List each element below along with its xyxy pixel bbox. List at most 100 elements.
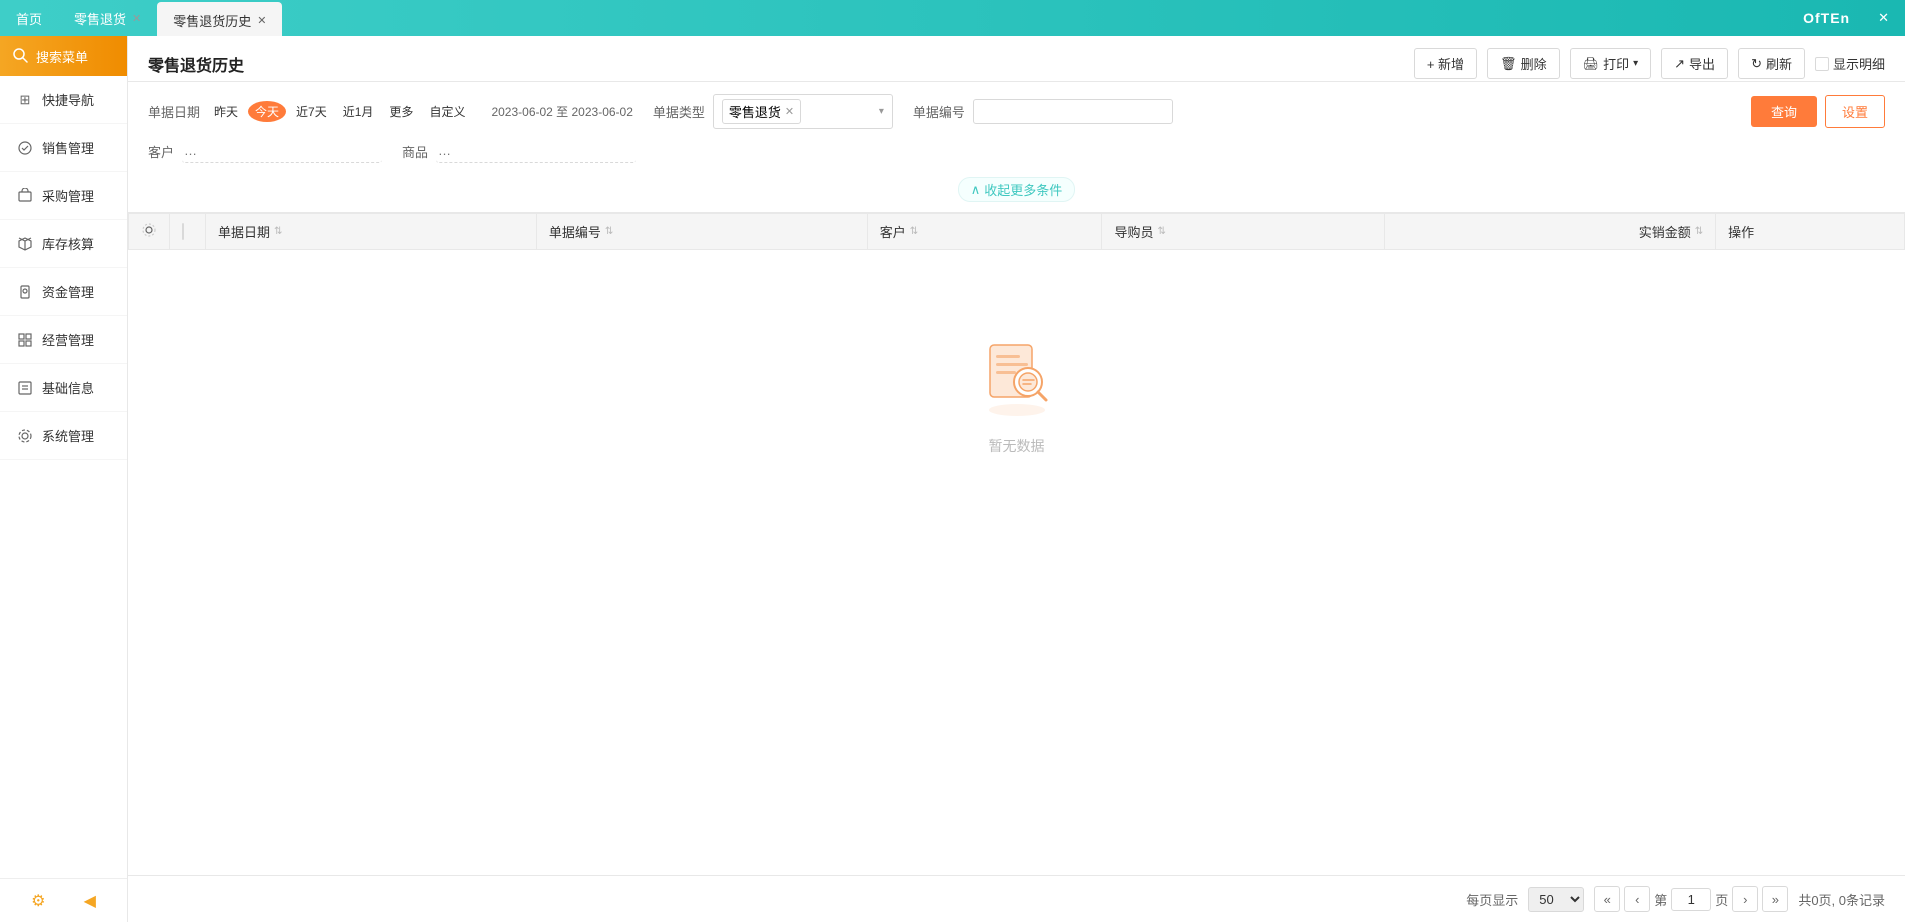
top-bar: 首页 零售退货 ✕ 零售退货历史 ✕ OfTEn ✕ (0, 0, 1905, 36)
sidebar-item-operations-mgmt[interactable]: 经营管理 (0, 316, 127, 364)
sidebar-search-label: 搜索菜单 (36, 47, 88, 66)
page-size-select[interactable]: 20 50 100 200 (1528, 887, 1584, 912)
sidebar-menu: ⊞ 快捷导航 销售管理 采购管理 库存核算 (0, 76, 127, 878)
sidebar-item-label: 采购管理 (42, 186, 94, 205)
th-checkbox[interactable] (170, 214, 206, 250)
sidebar-item-basic-info[interactable]: 基础信息 (0, 364, 127, 412)
bill-no-label: 单据编号 (913, 102, 965, 121)
new-button[interactable]: + 新增 (1414, 48, 1477, 79)
tab-home[interactable]: 首页 (0, 0, 58, 36)
customer-input[interactable] (182, 139, 382, 163)
page-next-btn[interactable]: › (1732, 886, 1758, 912)
customer-label: 客户 (148, 142, 174, 161)
data-table: 单据日期 ⇅ 单据编号 ⇅ 客户 (128, 213, 1905, 250)
page-size-label: 每页显示 (1466, 890, 1518, 909)
th-customer[interactable]: 客户 ⇅ (867, 214, 1102, 250)
show-detail-checkbox[interactable]: 显示明细 (1815, 54, 1885, 73)
th-bill-no[interactable]: 单据编号 ⇅ (536, 214, 867, 250)
tab-retail-return-close[interactable]: ✕ (132, 12, 141, 25)
sidebar-item-sales-mgmt[interactable]: 销售管理 (0, 124, 127, 172)
th-action: 操作 (1716, 214, 1905, 250)
quick-nav-icon: ⊞ (16, 91, 34, 109)
sort-guide-icon: ⇅ (1157, 226, 1165, 237)
page-header: 零售退货历史 + 新增 🗑 删除 🖨 打印 ▾ ↗ 导出 ↻ (128, 36, 1905, 82)
sidebar-search[interactable]: 搜索菜单 (0, 36, 127, 76)
sidebar-item-inventory[interactable]: 库存核算 (0, 220, 127, 268)
tab-retail-return-history-close[interactable]: ✕ (257, 14, 266, 27)
sidebar-item-label: 经营管理 (42, 330, 94, 349)
date-btn-yesterday[interactable]: 昨天 (208, 101, 244, 122)
sidebar-item-label: 系统管理 (42, 426, 94, 445)
tab-retail-return[interactable]: 零售退货 ✕ (58, 0, 157, 36)
sidebar-item-label: 销售管理 (42, 138, 94, 157)
print-icon: 🖨 (1583, 56, 1600, 72)
filter-row-1: 单据日期 昨天 今天 近7天 近1月 更多 自定义 2023-06-02 至 2… (148, 94, 1885, 129)
delete-icon: 🗑 (1500, 56, 1517, 72)
collapse-sidebar-btn[interactable]: ◀ (84, 891, 96, 911)
inventory-icon (16, 235, 34, 253)
empty-text: 暂无数据 (989, 436, 1045, 456)
bill-type-tag: 零售退货 ✕ (722, 99, 801, 124)
filter-goods: 商品 (402, 139, 636, 163)
sidebar-item-label: 库存核算 (42, 234, 94, 253)
date-btn-custom[interactable]: 自定义 (423, 101, 471, 122)
date-btn-1month[interactable]: 近1月 (337, 101, 380, 122)
sidebar-item-purchase-mgmt[interactable]: 采购管理 (0, 172, 127, 220)
page-first-btn[interactable]: « (1594, 886, 1620, 912)
search-icon (12, 47, 28, 66)
collapse-row: ∧ 收起更多条件 (148, 173, 1885, 204)
th-date[interactable]: 单据日期 ⇅ (206, 214, 537, 250)
window-close-btn[interactable]: ✕ (1878, 10, 1889, 26)
export-button[interactable]: ↗ 导出 (1661, 48, 1728, 79)
refresh-icon: ↻ (1751, 56, 1762, 72)
goods-input[interactable] (436, 139, 636, 163)
bill-type-label: 单据类型 (653, 102, 705, 121)
table-area: 单据日期 ⇅ 单据编号 ⇅ 客户 (128, 213, 1905, 875)
sort-date-icon: ⇅ (274, 226, 282, 237)
operations-icon (16, 331, 34, 349)
page-last-btn[interactable]: » (1762, 886, 1788, 912)
sales-icon (16, 139, 34, 157)
brand-text: OfTEn (1787, 10, 1866, 26)
print-dropdown-icon: ▾ (1633, 58, 1638, 69)
date-filter-btns: 昨天 今天 近7天 近1月 更多 自定义 (208, 101, 471, 122)
date-label: 单据日期 (148, 102, 200, 121)
settings-button[interactable]: 设置 (1825, 95, 1885, 128)
delete-button[interactable]: 🗑 删除 (1487, 48, 1560, 79)
sidebar-bottom: ⚙ ◀ (0, 878, 127, 922)
sidebar-item-system-mgmt[interactable]: 系统管理 (0, 412, 127, 460)
sidebar-item-quick-nav[interactable]: ⊞ 快捷导航 (0, 76, 127, 124)
print-button[interactable]: 🖨 打印 ▾ (1570, 48, 1652, 79)
finance-icon (16, 283, 34, 301)
query-button[interactable]: 查询 (1751, 96, 1817, 127)
export-icon: ↗ (1674, 56, 1685, 72)
th-guide[interactable]: 导购员 ⇅ (1102, 214, 1385, 250)
date-btn-7days[interactable]: 近7天 (290, 101, 333, 122)
page-input[interactable] (1671, 888, 1711, 911)
settings-bottom-btn[interactable]: ⚙ (31, 891, 45, 911)
refresh-button[interactable]: ↻ 刷新 (1738, 48, 1805, 79)
tab-retail-return-history[interactable]: 零售退货历史 ✕ (157, 2, 282, 38)
sidebar-item-label: 基础信息 (42, 378, 94, 397)
basic-info-icon (16, 379, 34, 397)
sidebar-item-finance-mgmt[interactable]: 资金管理 (0, 268, 127, 316)
th-amount[interactable]: 实销金额 ⇅ (1385, 214, 1716, 250)
toolbar-buttons: + 新增 🗑 删除 🖨 打印 ▾ ↗ 导出 ↻ 刷新 (1414, 48, 1885, 79)
tab-bar: 首页 零售退货 ✕ 零售退货历史 ✕ (0, 0, 1787, 36)
select-all-checkbox (182, 223, 184, 240)
collapse-icon: ∧ (971, 182, 981, 198)
bill-type-dropdown-icon: ▾ (879, 106, 884, 117)
bill-no-input[interactable] (973, 99, 1173, 124)
bill-type-select[interactable]: 零售退货 ✕ ▾ (713, 94, 893, 129)
content-area: 零售退货历史 + 新增 🗑 删除 🖨 打印 ▾ ↗ 导出 ↻ (128, 36, 1905, 922)
date-btn-more[interactable]: 更多 (383, 101, 419, 122)
page-prev-btn[interactable]: ‹ (1624, 886, 1650, 912)
collapse-btn[interactable]: ∧ 收起更多条件 (958, 177, 1076, 202)
page-go-label: 第 (1654, 890, 1667, 909)
filter-customer: 客户 (148, 139, 382, 163)
bill-type-tag-close[interactable]: ✕ (785, 105, 794, 118)
filter-row-2: 客户 商品 (148, 139, 1885, 163)
date-btn-today[interactable]: 今天 (248, 101, 286, 122)
th-setting[interactable] (129, 214, 170, 250)
page-total: 共0页, 0条记录 (1798, 890, 1885, 909)
